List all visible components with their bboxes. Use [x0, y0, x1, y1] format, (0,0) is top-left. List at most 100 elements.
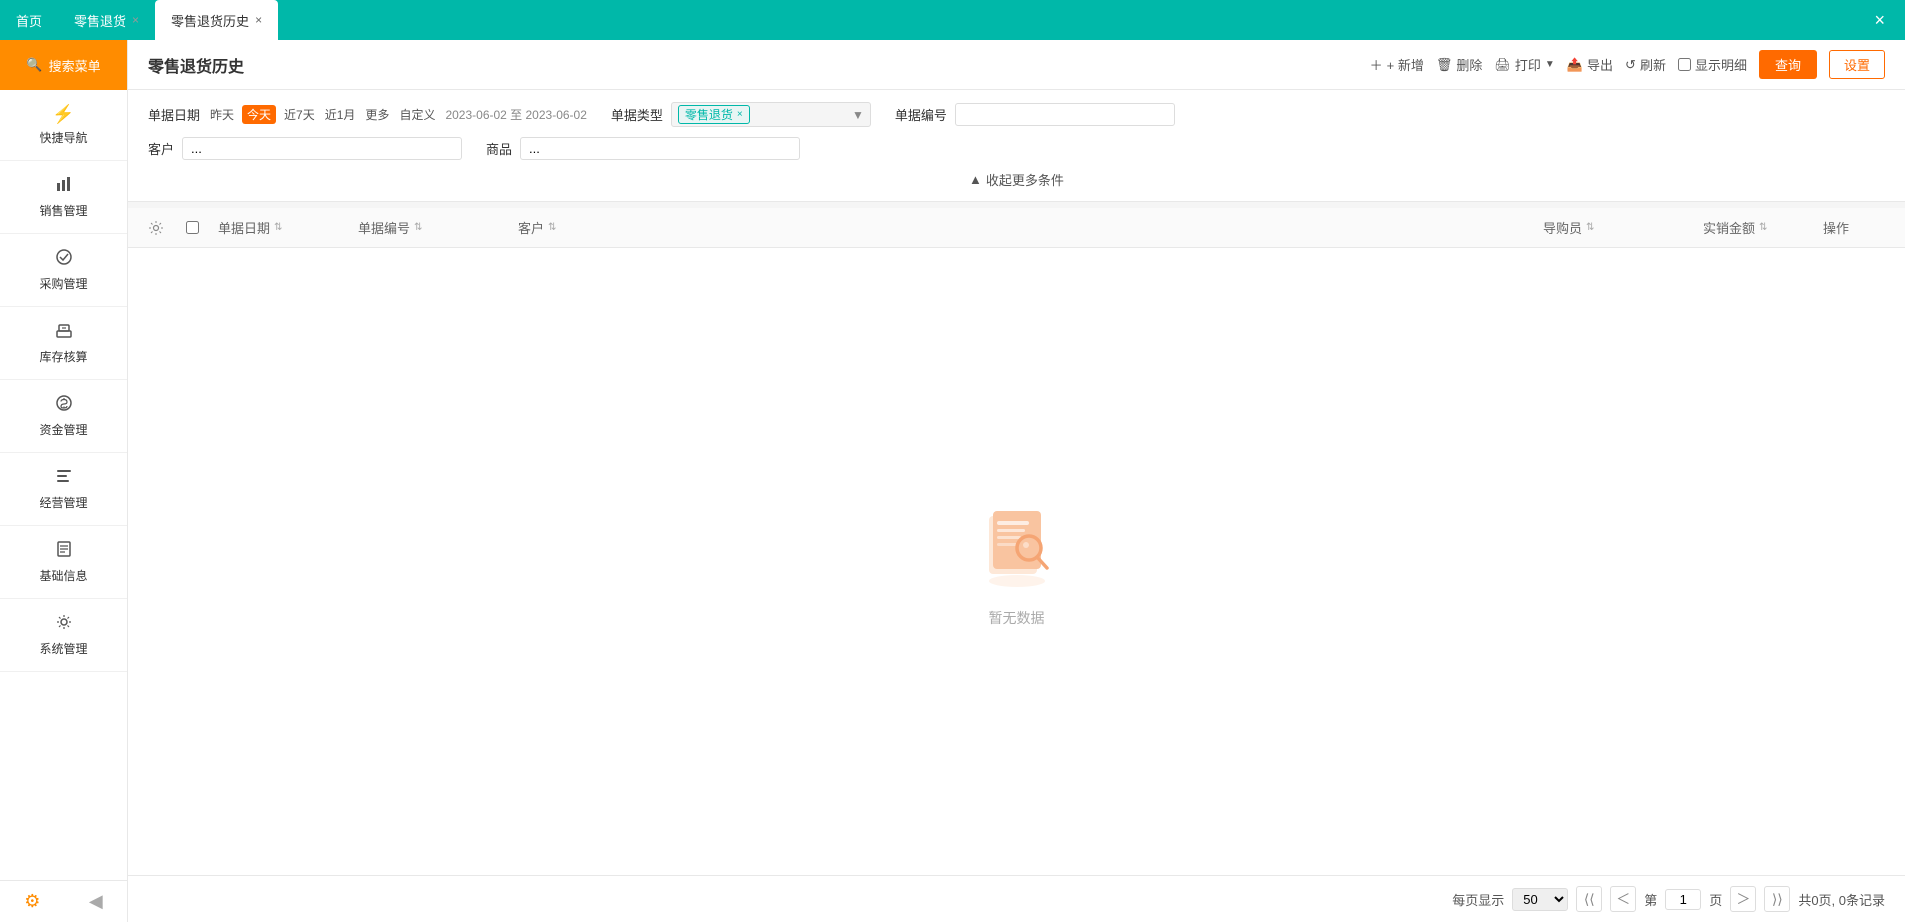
- sidebar-item-system-mgmt[interactable]: 系统管理: [0, 599, 127, 672]
- th-amount[interactable]: 实销金额 ⇅: [1695, 218, 1815, 237]
- display-mingxi[interactable]: 显示明细: [1678, 55, 1747, 74]
- filter-area: 单据日期 昨天 今天 近7天 近1月 更多 自定义 2023-06-02 至 2…: [128, 90, 1905, 202]
- search-icon: 🔍: [26, 57, 42, 73]
- doc-type-filter: 单据类型 零售退货 × ▼: [611, 102, 871, 127]
- display-mingxi-checkbox[interactable]: [1678, 58, 1691, 71]
- date-1month[interactable]: 近1月: [323, 105, 358, 124]
- sidebar: 🔍 搜索菜单 ⚡ 快捷导航 销售管理 采购管理 库存核算: [0, 40, 128, 922]
- tab-retail-return-close[interactable]: ×: [132, 13, 139, 27]
- tab-retail-return[interactable]: 零售退货 ×: [58, 0, 155, 40]
- delete-btn[interactable]: 🗑 删除: [1436, 55, 1483, 74]
- date-7days[interactable]: 近7天: [282, 105, 317, 124]
- sidebar-item-quick-nav[interactable]: ⚡ 快捷导航: [0, 90, 127, 161]
- refresh-icon: ↺: [1625, 57, 1636, 73]
- table-header: 单据日期 ⇅ 单据编号 ⇅ 客户 ⇅ 导购员 ⇅ 实销金额 ⇅: [128, 208, 1905, 248]
- select-all-checkbox[interactable]: [186, 221, 199, 234]
- doc-type-select[interactable]: 零售退货 × ▼: [671, 102, 871, 127]
- tab-retail-return-label: 零售退货: [74, 11, 126, 30]
- doc-type-tag-close[interactable]: ×: [737, 109, 743, 120]
- th-action: 操作: [1815, 218, 1895, 237]
- th-num[interactable]: 单据编号 ⇅: [350, 218, 510, 237]
- doc-num-filter: 单据编号: [895, 103, 1175, 126]
- sidebar-item-operation-label: 经营管理: [39, 494, 87, 511]
- sidebar-item-purchase-mgmt[interactable]: 采购管理: [0, 234, 127, 307]
- display-mingxi-label: 显示明细: [1695, 55, 1747, 74]
- doc-num-input[interactable]: [955, 103, 1175, 126]
- column-settings-icon: [148, 220, 164, 236]
- sidebar-item-inventory-label: 库存核算: [39, 348, 87, 365]
- sidebar-settings-icon[interactable]: ⚙: [24, 891, 40, 912]
- filter-row-2: 客户 商品: [148, 137, 1885, 160]
- tab-retail-return-history-close[interactable]: ×: [255, 13, 262, 27]
- export-label: 导出: [1587, 55, 1613, 74]
- sidebar-item-purchase-label: 采购管理: [39, 275, 87, 292]
- doc-type-selected: 零售退货: [685, 106, 733, 123]
- sidebar-item-finance-mgmt[interactable]: 资金管理: [0, 380, 127, 453]
- sidebar-item-sales-mgmt[interactable]: 销售管理: [0, 161, 127, 234]
- th-num-sort-icon: ⇅: [414, 222, 422, 233]
- new-icon: ＋: [1370, 55, 1383, 74]
- th-settings[interactable]: [138, 220, 174, 236]
- new-label: + 新增: [1387, 55, 1424, 74]
- th-date-sort-icon: ⇅: [274, 222, 282, 233]
- sidebar-item-inventory[interactable]: 库存核算: [0, 307, 127, 380]
- sidebar-collapse-icon[interactable]: ◀: [89, 891, 103, 912]
- page-label: 第: [1644, 890, 1657, 909]
- sidebar-item-basic-info[interactable]: 基础信息: [0, 526, 127, 599]
- page-first-btn[interactable]: ⟨⟨: [1576, 886, 1602, 912]
- close-window-btn[interactable]: ×: [1866, 6, 1893, 35]
- doc-type-label: 单据类型: [611, 105, 663, 124]
- th-num-label: 单据编号: [358, 218, 410, 237]
- sidebar-item-operation-mgmt[interactable]: 经营管理: [0, 453, 127, 526]
- th-amount-sort-icon: ⇅: [1759, 222, 1767, 233]
- inventory-icon: [55, 321, 73, 344]
- sidebar-search[interactable]: 🔍 搜索菜单: [0, 40, 127, 90]
- page-next-btn[interactable]: ＞: [1730, 886, 1756, 912]
- date-range-value: 2023-06-02 至 2023-06-02: [445, 106, 586, 123]
- page-last-btn[interactable]: ⟩⟩: [1764, 886, 1790, 912]
- th-date-label: 单据日期: [218, 218, 270, 237]
- customer-filter: 客户: [148, 137, 462, 160]
- th-checkbox[interactable]: [174, 221, 210, 234]
- customer-input[interactable]: [182, 137, 462, 160]
- th-guide[interactable]: 导购员 ⇅: [1535, 218, 1695, 237]
- export-btn[interactable]: 📤 导出: [1567, 55, 1613, 74]
- th-customer[interactable]: 客户 ⇅: [510, 218, 1535, 237]
- doc-type-dropdown-icon[interactable]: ▼: [852, 108, 864, 122]
- delete-icon: 🗑: [1436, 57, 1453, 73]
- date-shortcuts: 昨天 今天 近7天 近1月 更多 自定义: [208, 105, 437, 124]
- doc-type-tag: 零售退货 ×: [678, 105, 750, 124]
- query-button[interactable]: 查询: [1759, 50, 1817, 79]
- page-size-label: 每页显示: [1452, 890, 1504, 909]
- date-more[interactable]: 更多: [363, 105, 391, 124]
- print-btn[interactable]: 🖨 打印 ▼: [1494, 55, 1554, 74]
- date-yesterday[interactable]: 昨天: [208, 105, 236, 124]
- th-date[interactable]: 单据日期 ⇅: [210, 218, 350, 237]
- page-prev-btn[interactable]: ＜: [1610, 886, 1636, 912]
- page-size-select[interactable]: 50 20 100: [1512, 888, 1568, 911]
- print-dropdown-icon: ▼: [1545, 59, 1555, 70]
- sidebar-item-system-label: 系统管理: [39, 640, 87, 657]
- setting-button[interactable]: 设置: [1829, 50, 1885, 79]
- empty-state: 暂无数据: [128, 248, 1905, 875]
- sidebar-item-finance-label: 资金管理: [39, 421, 87, 438]
- date-today[interactable]: 今天: [242, 105, 276, 124]
- goods-input[interactable]: [520, 137, 800, 160]
- page-title: 零售退货历史: [148, 53, 244, 77]
- new-btn[interactable]: ＋ + 新增: [1370, 55, 1424, 74]
- collapse-btn[interactable]: ▲ 收起更多条件: [969, 170, 1064, 189]
- table-area: 单据日期 ⇅ 单据编号 ⇅ 客户 ⇅ 导购员 ⇅ 实销金额 ⇅: [128, 208, 1905, 922]
- purchase-mgmt-icon: [55, 248, 73, 271]
- tab-home[interactable]: 首页: [0, 0, 58, 40]
- tab-retail-return-history[interactable]: 零售退货历史 ×: [155, 0, 278, 40]
- collapse-icon: ▲: [969, 172, 982, 187]
- sidebar-item-basic-label: 基础信息: [39, 567, 87, 584]
- goods-label: 商品: [486, 139, 512, 158]
- sidebar-search-label: 搜索菜单: [49, 56, 101, 75]
- date-custom[interactable]: 自定义: [397, 105, 437, 124]
- finance-mgmt-icon: [55, 394, 73, 417]
- page-num-input[interactable]: [1665, 889, 1701, 910]
- collapse-label: 收起更多条件: [986, 170, 1064, 189]
- refresh-btn[interactable]: ↺ 刷新: [1625, 55, 1666, 74]
- sidebar-bottom: ⚙ ◀: [0, 880, 127, 922]
